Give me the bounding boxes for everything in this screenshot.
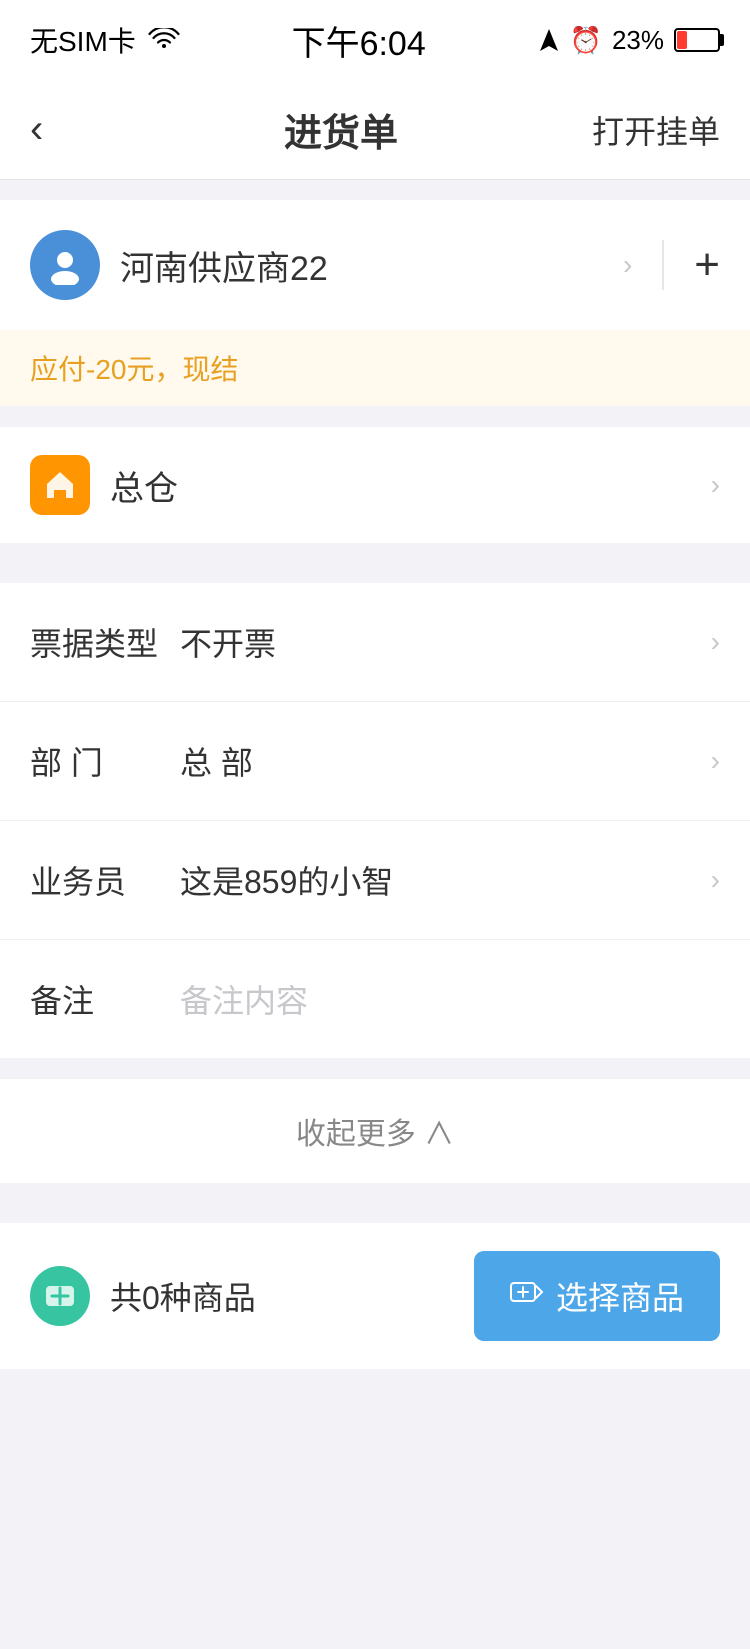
network-label: 无SIM卡 bbox=[30, 20, 136, 60]
select-product-label: 选择商品 bbox=[556, 1273, 684, 1319]
notice-bar: 应付-20元，现结 bbox=[0, 330, 750, 406]
add-supplier-button[interactable]: + bbox=[694, 240, 720, 290]
section-gap-4 bbox=[0, 1183, 750, 1203]
invoice-type-value: 不开票 bbox=[180, 619, 711, 665]
supplier-row[interactable]: 河南供应商22 › + bbox=[0, 200, 750, 330]
product-icon bbox=[30, 1266, 90, 1326]
page-title: 进货单 bbox=[284, 102, 398, 157]
divider bbox=[662, 240, 664, 290]
select-product-button[interactable]: 选择商品 bbox=[474, 1251, 720, 1341]
section-gap-2 bbox=[0, 406, 750, 426]
salesperson-chevron-icon: › bbox=[711, 864, 720, 896]
warehouse-section: 总仓 › bbox=[0, 426, 750, 543]
salesperson-value: 这是859的小智 bbox=[180, 857, 711, 903]
section-gap-1 bbox=[0, 180, 750, 200]
supplier-chevron-icon: › bbox=[623, 249, 632, 281]
select-product-icon bbox=[510, 1278, 544, 1314]
house-icon bbox=[43, 468, 77, 502]
battery-icon bbox=[674, 28, 720, 52]
salesperson-label: 业务员 bbox=[30, 857, 160, 903]
supplier-name: 河南供应商22 bbox=[120, 241, 623, 290]
status-left: 无SIM卡 bbox=[30, 20, 180, 60]
remark-input[interactable]: 备注内容 bbox=[180, 976, 720, 1022]
battery-percent: 23% bbox=[612, 25, 664, 56]
time-display: 下午6:04 bbox=[292, 16, 426, 65]
supplier-section: 河南供应商22 › + 应付-20元，现结 bbox=[0, 200, 750, 406]
back-button[interactable]: ‹ bbox=[30, 107, 90, 152]
section-gap-3 bbox=[0, 543, 750, 563]
location-icon bbox=[538, 27, 560, 53]
info-section: 票据类型 不开票 › 部 门 总 部 › 业务员 这是859的小智 › 备注 备… bbox=[0, 583, 750, 1058]
wifi-icon bbox=[148, 28, 180, 52]
warehouse-label: 总仓 bbox=[110, 461, 711, 510]
collapse-row[interactable]: 收起更多 ∧ bbox=[0, 1078, 750, 1183]
page-rest bbox=[0, 1369, 750, 1649]
department-value: 总 部 bbox=[180, 738, 711, 784]
open-pending-button[interactable]: 打开挂单 bbox=[592, 107, 720, 153]
warehouse-icon bbox=[30, 455, 90, 515]
bottom-section: 共0种商品 选择商品 bbox=[0, 1223, 750, 1369]
remark-label: 备注 bbox=[30, 976, 160, 1022]
status-bar: 无SIM卡 下午6:04 ⏰ 23% bbox=[0, 0, 750, 80]
salesperson-row[interactable]: 业务员 这是859的小智 › bbox=[0, 821, 750, 940]
department-label: 部 门 bbox=[30, 738, 160, 784]
status-right: ⏰ 23% bbox=[538, 25, 720, 56]
alarm-icon: ⏰ bbox=[570, 25, 602, 56]
warehouse-chevron-icon: › bbox=[711, 469, 720, 501]
invoice-type-label: 票据类型 bbox=[30, 619, 160, 665]
supplier-avatar bbox=[30, 230, 100, 300]
add-product-icon bbox=[510, 1278, 544, 1306]
user-icon bbox=[45, 245, 85, 285]
invoice-type-chevron-icon: › bbox=[711, 626, 720, 658]
remark-row[interactable]: 备注 备注内容 bbox=[0, 940, 750, 1058]
nav-bar: ‹ 进货单 打开挂单 bbox=[0, 80, 750, 180]
cart-icon bbox=[42, 1278, 78, 1314]
invoice-type-row[interactable]: 票据类型 不开票 › bbox=[0, 583, 750, 702]
department-chevron-icon: › bbox=[711, 745, 720, 777]
warehouse-row[interactable]: 总仓 › bbox=[0, 426, 750, 543]
product-count: 共0种商品 bbox=[110, 1273, 474, 1319]
department-row[interactable]: 部 门 总 部 › bbox=[0, 702, 750, 821]
